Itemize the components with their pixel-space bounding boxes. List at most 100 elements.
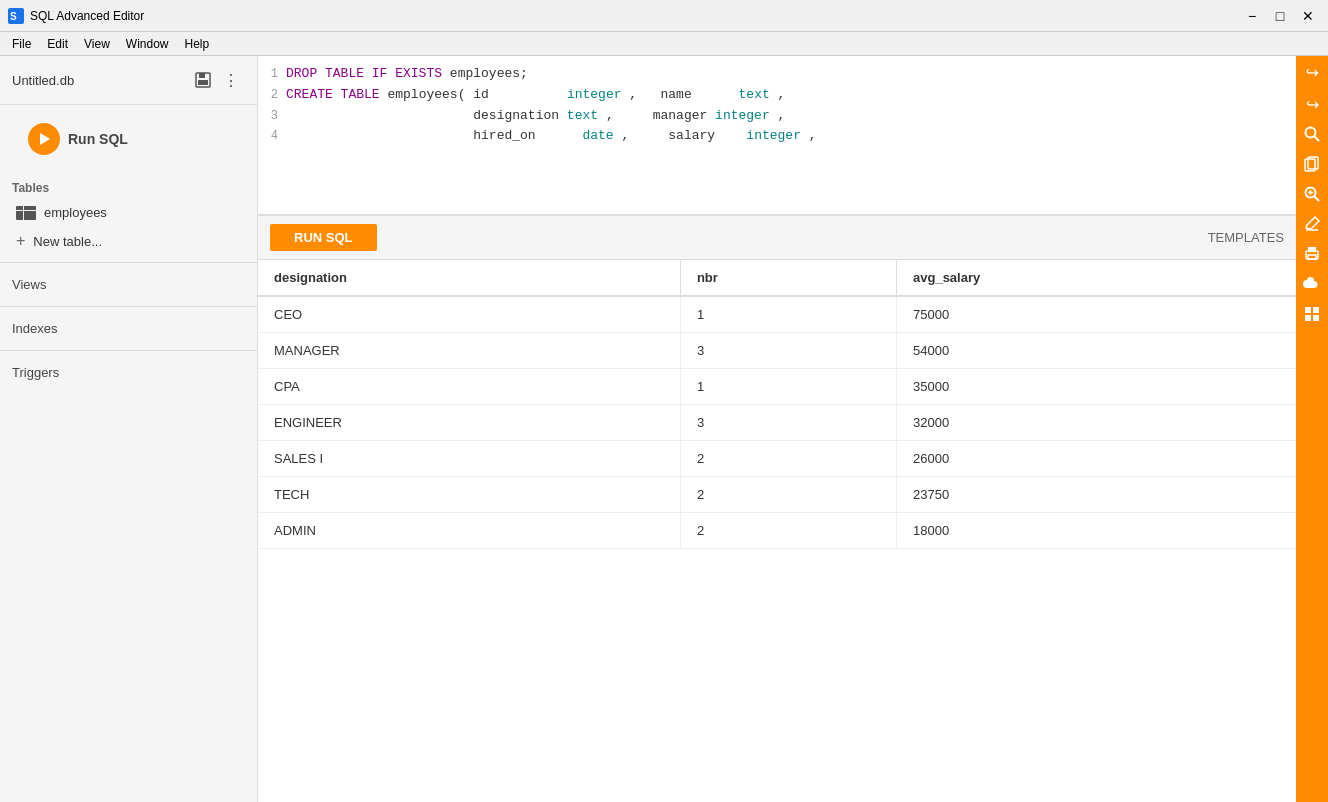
forward-icon: ↪ bbox=[1301, 93, 1323, 115]
run-bar: RUN SQL TEMPLATES bbox=[258, 216, 1296, 260]
run-sql-sidebar-button[interactable]: Run SQL bbox=[12, 115, 245, 163]
svg-rect-22 bbox=[1313, 315, 1319, 321]
menu-bar: File Edit View Window Help bbox=[0, 32, 1328, 56]
tables-section-label: Tables bbox=[0, 173, 257, 199]
svg-line-7 bbox=[1314, 136, 1319, 141]
cell-0-2: 75000 bbox=[897, 296, 1297, 333]
cell-2-1: 1 bbox=[680, 369, 896, 405]
cell-5-2: 23750 bbox=[897, 477, 1297, 513]
cell-2-0: CPA bbox=[258, 369, 680, 405]
code-editor[interactable]: 1 DROP TABLE IF EXISTS employees; 2 CREA… bbox=[258, 56, 1296, 216]
menu-edit[interactable]: Edit bbox=[39, 35, 76, 53]
table-icon bbox=[16, 206, 36, 220]
back-icon: ↩ bbox=[1301, 63, 1323, 85]
cell-0-1: 1 bbox=[680, 296, 896, 333]
table-row: MANAGER354000 bbox=[258, 333, 1296, 369]
cell-4-0: SALES I bbox=[258, 441, 680, 477]
cell-1-2: 54000 bbox=[897, 333, 1297, 369]
menu-file[interactable]: File bbox=[4, 35, 39, 53]
code-line-2: 2 CREATE TABLE employees( id integer , n… bbox=[258, 85, 1296, 106]
sidebar-item-indexes[interactable]: Indexes bbox=[0, 313, 257, 344]
cell-4-2: 26000 bbox=[897, 441, 1297, 477]
title-bar: S SQL Advanced Editor − □ ✕ bbox=[0, 0, 1328, 32]
grid-icon bbox=[1303, 305, 1321, 323]
cell-6-1: 2 bbox=[680, 513, 896, 549]
right-toolbar: ↩ ↪ bbox=[1296, 56, 1328, 802]
col-designation: designation bbox=[258, 260, 680, 296]
app-body: Untitled.db ⋮ Run SQL Tables bbox=[0, 56, 1328, 802]
table-row: CPA135000 bbox=[258, 369, 1296, 405]
code-line-1: 1 DROP TABLE IF EXISTS employees; bbox=[258, 64, 1296, 85]
table-row: ADMIN218000 bbox=[258, 513, 1296, 549]
svg-rect-21 bbox=[1305, 315, 1311, 321]
magnify-icon bbox=[1303, 125, 1321, 143]
menu-window[interactable]: Window bbox=[118, 35, 177, 53]
menu-help[interactable]: Help bbox=[177, 35, 218, 53]
svg-line-11 bbox=[1314, 196, 1319, 201]
edit-button[interactable] bbox=[1298, 210, 1326, 238]
print-icon bbox=[1303, 245, 1321, 263]
table-row: CEO175000 bbox=[258, 296, 1296, 333]
search-button[interactable] bbox=[1298, 120, 1326, 148]
svg-rect-20 bbox=[1313, 307, 1319, 313]
close-button[interactable]: ✕ bbox=[1296, 6, 1320, 26]
cell-6-2: 18000 bbox=[897, 513, 1297, 549]
svg-rect-4 bbox=[198, 80, 208, 85]
table-row: SALES I226000 bbox=[258, 441, 1296, 477]
copy-icon bbox=[1303, 155, 1321, 173]
grid-button[interactable] bbox=[1298, 300, 1326, 328]
sidebar-divider-2 bbox=[0, 306, 257, 307]
edit-icon bbox=[1303, 215, 1321, 233]
cell-1-1: 3 bbox=[680, 333, 896, 369]
svg-rect-17 bbox=[1308, 247, 1316, 252]
menu-view[interactable]: View bbox=[76, 35, 118, 53]
cloud-button[interactable] bbox=[1298, 270, 1326, 298]
cell-3-0: ENGINEER bbox=[258, 405, 680, 441]
sidebar-item-triggers[interactable]: Triggers bbox=[0, 357, 257, 388]
svg-marker-5 bbox=[40, 133, 50, 145]
new-table-button[interactable]: + New table... bbox=[0, 226, 257, 256]
run-icon bbox=[28, 123, 60, 155]
db-header: Untitled.db ⋮ bbox=[0, 56, 257, 105]
cell-3-2: 32000 bbox=[897, 405, 1297, 441]
results-table: designation nbr avg_salary CEO175000MANA… bbox=[258, 260, 1296, 549]
code-line-4: 4 hired_on date , salary integer , bbox=[258, 126, 1296, 147]
minimize-button[interactable]: − bbox=[1240, 6, 1264, 26]
zoom-icon bbox=[1303, 185, 1321, 203]
app-icon: S bbox=[8, 8, 24, 24]
cell-6-0: ADMIN bbox=[258, 513, 680, 549]
svg-rect-3 bbox=[199, 73, 205, 78]
sidebar-item-views[interactable]: Views bbox=[0, 269, 257, 300]
cell-0-0: CEO bbox=[258, 296, 680, 333]
run-sql-button[interactable]: RUN SQL bbox=[270, 224, 377, 251]
db-name: Untitled.db bbox=[12, 73, 189, 88]
content-area: 1 DROP TABLE IF EXISTS employees; 2 CREA… bbox=[258, 56, 1296, 802]
zoom-button[interactable] bbox=[1298, 180, 1326, 208]
sidebar-item-employees[interactable]: employees bbox=[0, 199, 257, 226]
col-nbr: nbr bbox=[680, 260, 896, 296]
table-body: CEO175000MANAGER354000CPA135000ENGINEER3… bbox=[258, 296, 1296, 549]
svg-rect-19 bbox=[1305, 307, 1311, 313]
table-row: ENGINEER332000 bbox=[258, 405, 1296, 441]
cell-3-1: 3 bbox=[680, 405, 896, 441]
cell-4-1: 2 bbox=[680, 441, 896, 477]
plus-icon: + bbox=[16, 232, 25, 250]
back-button[interactable]: ↩ bbox=[1298, 60, 1326, 88]
sidebar-divider-3 bbox=[0, 350, 257, 351]
table-header: designation nbr avg_salary bbox=[258, 260, 1296, 296]
table-row: TECH223750 bbox=[258, 477, 1296, 513]
save-icon bbox=[194, 71, 212, 89]
col-avg-salary: avg_salary bbox=[897, 260, 1297, 296]
print-button[interactable] bbox=[1298, 240, 1326, 268]
templates-label[interactable]: TEMPLATES bbox=[1208, 230, 1284, 245]
forward-button[interactable]: ↪ bbox=[1298, 90, 1326, 118]
cell-1-0: MANAGER bbox=[258, 333, 680, 369]
more-button[interactable]: ⋮ bbox=[217, 66, 245, 94]
copy-button[interactable] bbox=[1298, 150, 1326, 178]
window-controls: − □ ✕ bbox=[1240, 6, 1320, 26]
save-button[interactable] bbox=[189, 66, 217, 94]
results-table-container[interactable]: designation nbr avg_salary CEO175000MANA… bbox=[258, 260, 1296, 802]
maximize-button[interactable]: □ bbox=[1268, 6, 1292, 26]
svg-marker-14 bbox=[1306, 217, 1319, 229]
svg-text:S: S bbox=[10, 11, 17, 22]
